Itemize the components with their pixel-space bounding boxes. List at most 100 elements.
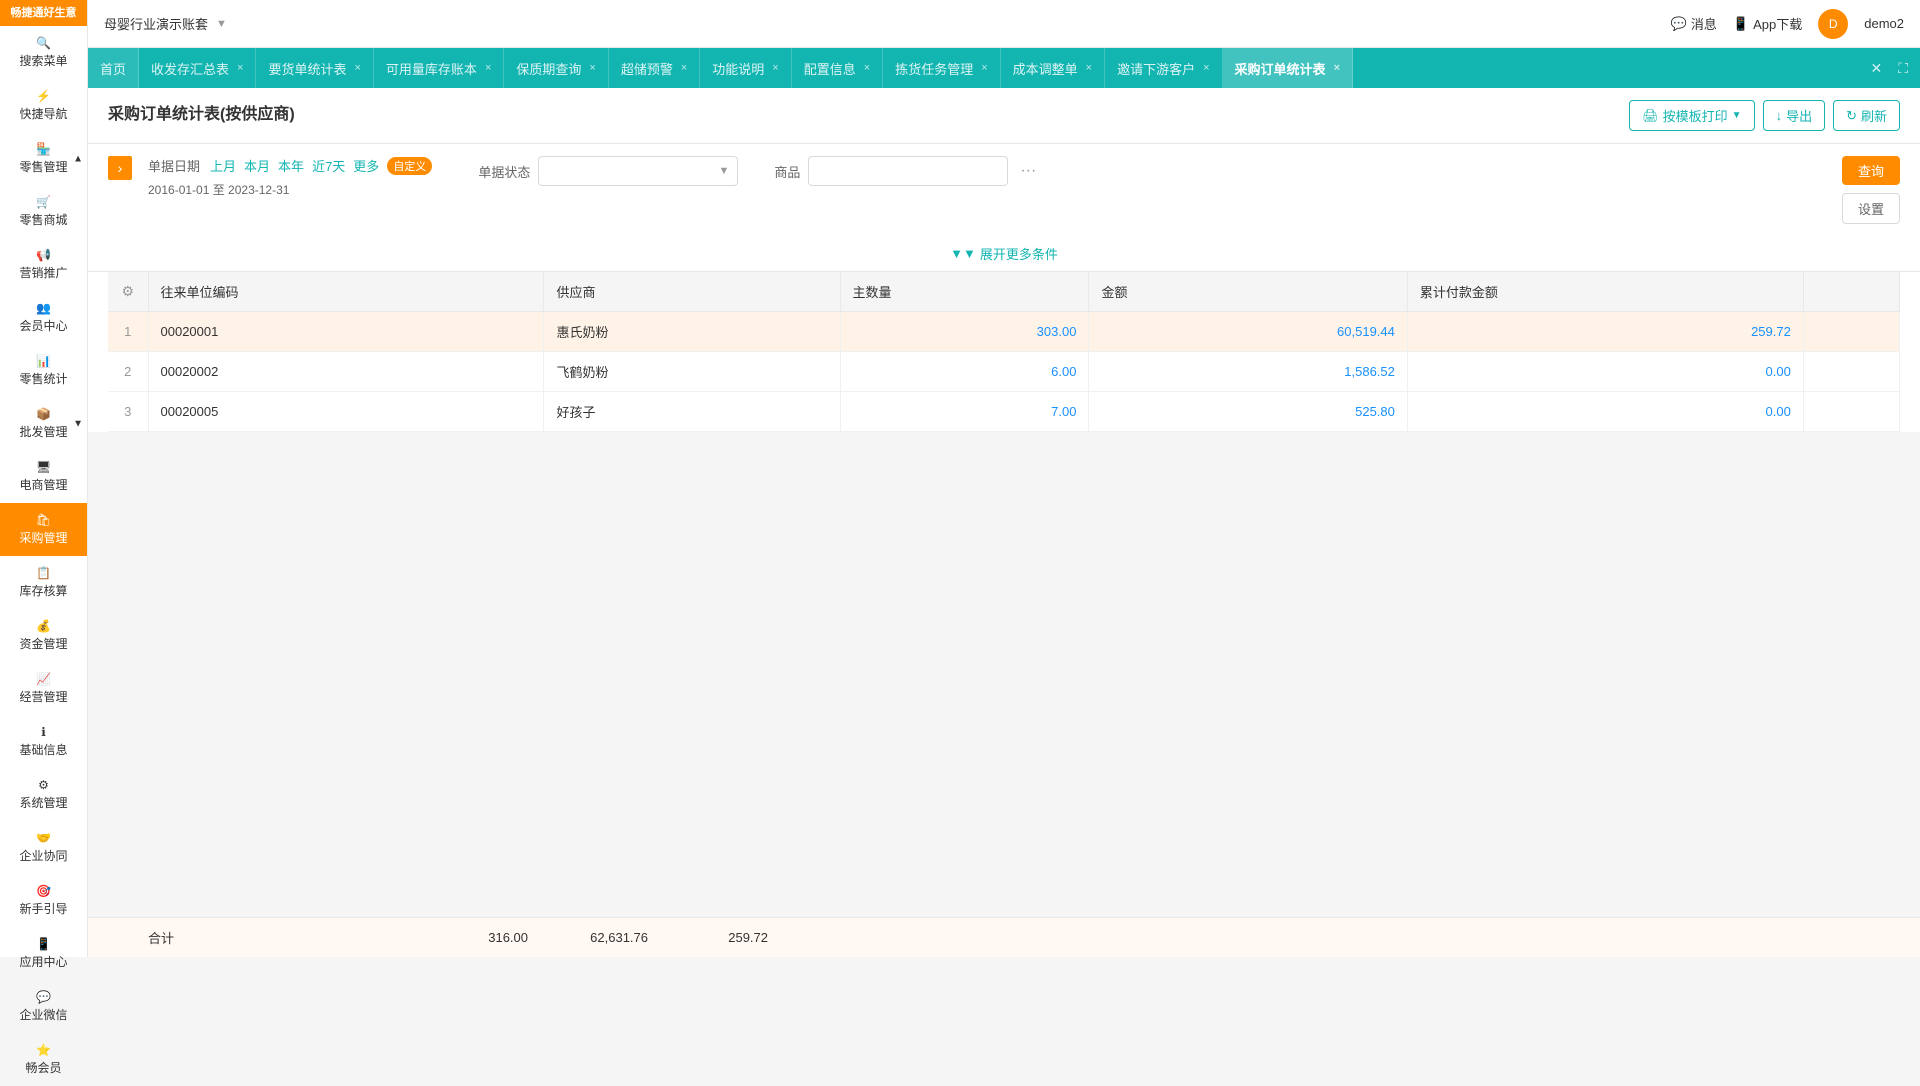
date-custom-badge[interactable]: 自定义 [387,157,432,175]
tab-close-icon[interactable]: × [1203,62,1209,74]
date-shortcut-7days[interactable]: 近7天 [312,156,345,175]
sidebar-item-retail-stats[interactable]: 📊 零售统计 [0,344,87,397]
tab-invite-downstream[interactable]: 邀请下游客户 × [1105,48,1222,88]
date-shortcut-more[interactable]: 更多 [353,156,379,175]
goods-input[interactable] [808,156,1008,186]
sidebar-item-enterprise[interactable]: 🤝 企业协同 [0,821,87,874]
sidebar-item-quick-nav[interactable]: ⚡ 快捷导航 [0,79,87,132]
sidebar-item-wholesale[interactable]: 📦 批发管理 ▼ [0,397,87,450]
operations-icon: 📈 [36,672,51,686]
sidebar-item-new-guide[interactable]: 🎯 新手引导 [0,874,87,927]
filter-section: › 单据日期 上月 本月 本年 近7天 更多 自定义 [88,144,1920,236]
tab-close-icon[interactable]: × [1086,62,1092,74]
expand-more-button[interactable]: ▼▼ 展开更多条件 [950,244,1058,263]
tab-label: 拣货任务管理 [895,59,973,78]
tab-close-icon[interactable]: × [354,62,360,74]
status-label: 单据状态 [478,162,530,181]
sidebar-item-marketing[interactable]: 📢 营销推广 [0,238,87,291]
row-qty[interactable]: 303.00 [840,312,1089,352]
sidebar-item-inventory[interactable]: 📋 库存核算 [0,556,87,609]
row-qty[interactable]: 6.00 [840,352,1089,392]
tab-pick-task[interactable]: 拣货任务管理 × [883,48,1000,88]
tab-function-desc[interactable]: 功能说明 × [700,48,791,88]
print-button[interactable]: 🖨 按模板打印 ▼ [1629,100,1754,131]
avatar[interactable]: D [1818,9,1848,39]
filter-toggle-button[interactable]: › [108,156,132,180]
row-paid[interactable]: 259.72 [1407,312,1803,352]
message-icon: 💬 [1671,16,1687,32]
row-index: 3 [108,392,148,432]
message-btn[interactable]: 💬 消息 [1671,14,1717,33]
wechat-icon: 💬 [36,990,51,1004]
expand-arrow-icon: ▼ [73,418,83,429]
date-shortcuts: 上月 本月 本年 近7天 更多 自定义 [210,156,432,175]
tab-close-icon[interactable]: × [589,62,595,74]
store-selector[interactable]: 母婴行业演示账套 ▼ [104,14,227,33]
sidebar-item-retail[interactable]: 🏪 零售管理 ▲ [0,132,87,185]
app-download-btn[interactable]: 📱 App下载 [1733,14,1802,33]
sidebar-item-finance[interactable]: 💰 资金管理 [0,609,87,662]
tab-receive-summary[interactable]: 收发存汇总表 × [139,48,256,88]
tab-over-stock[interactable]: 超储预警 × [609,48,700,88]
row-code: 00020002 [148,352,544,392]
retail-icon: 🏪 [36,142,51,156]
date-shortcut-last-month[interactable]: 上月 [210,156,236,175]
data-table: ⚙ 往来单位编码 供应商 主数量 金额 累计付款金额 1 00020001 [108,272,1900,432]
print-label: 按模板打印 [1663,106,1728,125]
basic-info-icon: ℹ [41,725,46,739]
tab-cost-adjust[interactable]: 成本调整单 × [1001,48,1105,88]
tab-purchase-order-stats[interactable]: 采购订单统计表 × [1223,48,1353,88]
tab-close-icon[interactable]: × [485,62,491,74]
tab-label: 功能说明 [712,59,764,78]
row-amount[interactable]: 1,586.52 [1089,352,1407,392]
query-button[interactable]: 查询 [1842,156,1900,185]
sidebar-item-purchase[interactable]: 🛍 采购管理 [0,503,87,556]
export-icon: ↓ [1776,108,1783,123]
date-shortcut-this-month[interactable]: 本月 [244,156,270,175]
tab-close-icon[interactable]: × [681,62,687,74]
tab-label: 配置信息 [804,59,856,78]
shop-icon: 🛒 [36,195,51,209]
row-amount[interactable]: 60,519.44 [1089,312,1407,352]
table-body: 1 00020001 惠氏奶粉 303.00 60,519.44 259.72 … [108,312,1900,432]
export-button[interactable]: ↓ 导出 [1763,100,1826,131]
tab-close-icon[interactable]: × [981,62,987,74]
row-index: 2 [108,352,148,392]
sidebar-item-system[interactable]: ⚙ 系统管理 [0,768,87,821]
main-content: 母婴行业演示账套 ▼ 💬 消息 📱 App下载 D demo2 首页 收发存汇总… [88,0,1920,957]
row-qty[interactable]: 7.00 [840,392,1089,432]
tab-purchase-stats[interactable]: 要货单统计表 × [256,48,373,88]
tab-shelf-life[interactable]: 保质期查询 × [504,48,608,88]
column-settings-icon[interactable]: ⚙ [121,283,134,299]
sidebar-item-basic-info[interactable]: ℹ 基础信息 [0,715,87,768]
row-amount[interactable]: 525.80 [1089,392,1407,432]
sidebar-item-app-center[interactable]: 📱 应用中心 [0,927,87,980]
tab-close-icon[interactable]: × [772,62,778,74]
sidebar-item-operations[interactable]: 📈 经营管理 [0,662,87,715]
refresh-button[interactable]: ↻ 刷新 [1833,100,1900,131]
tab-config-info[interactable]: 配置信息 × [792,48,883,88]
sidebar-item-enterprise-wechat[interactable]: 💬 企业微信 [0,980,87,1033]
tab-home[interactable]: 首页 [88,48,139,88]
sidebar-item-label: 电商管理 [19,476,67,493]
tab-close-icon[interactable]: × [237,62,243,74]
tab-close-icon[interactable]: × [1334,62,1340,74]
row-paid[interactable]: 0.00 [1407,392,1803,432]
tab-maximize-icon[interactable]: ⛶ [1894,56,1912,81]
sidebar-item-members[interactable]: 👥 会员中心 [0,291,87,344]
th-settings[interactable]: ⚙ [108,272,148,312]
tab-close-icon[interactable]: × [864,62,870,74]
row-paid[interactable]: 0.00 [1407,352,1803,392]
status-select[interactable]: ▼ [538,156,738,186]
tab-available-stock[interactable]: 可用量库存账本 × [374,48,504,88]
date-shortcut-this-year[interactable]: 本年 [278,156,304,175]
sidebar-item-ecommerce[interactable]: 🖥 电商管理 [0,450,87,503]
tab-close-all-icon[interactable]: ✕ [1866,56,1886,81]
settings-button[interactable]: 设置 [1842,193,1900,224]
sidebar-item-member[interactable]: ⭐ 畅会员 [0,1033,87,1086]
more-options-icon[interactable]: ··· [1020,162,1036,180]
sidebar-item-retail-shop[interactable]: 🛒 零售商城 [0,185,87,238]
sidebar-item-search[interactable]: 🔍 搜索菜单 [0,26,87,79]
sidebar-item-label: 零售管理 [19,158,67,175]
print-icon: 🖨 [1642,108,1659,124]
